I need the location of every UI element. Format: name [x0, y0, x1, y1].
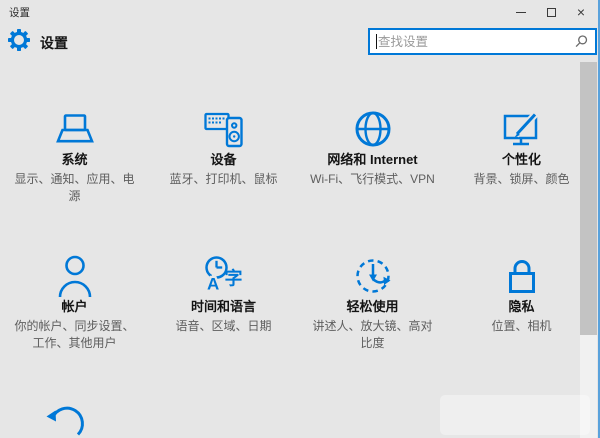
tile-subtitle: 位置、相机	[447, 318, 596, 335]
close-button[interactable]: ×	[566, 0, 596, 24]
tile-subtitle: 背景、锁屏、颜色	[447, 171, 596, 188]
tile-subtitle: 语音、区域、日期	[149, 318, 298, 335]
letter-a-glyph: A	[207, 275, 219, 294]
tile-subtitle: 你的帐户、同步设置、工作、其他用户	[12, 318, 138, 351]
zi-character-glyph: 字	[224, 268, 242, 289]
tile-title: 系统	[0, 152, 149, 168]
tile-title: 个性化	[447, 152, 596, 168]
tile-system[interactable]: 系统 显示、通知、应用、电源	[0, 100, 149, 204]
devices-icon	[149, 106, 298, 152]
laptop-icon	[0, 106, 149, 152]
settings-window: 设置 ×	[0, 0, 600, 438]
tile-title: 轻松使用	[298, 299, 447, 315]
tile-privacy[interactable]: 隐私 位置、相机	[447, 247, 596, 335]
close-icon: ×	[577, 5, 585, 19]
tile-title: 隐私	[447, 299, 596, 315]
globe-icon	[298, 106, 447, 152]
update-arrow-icon	[0, 400, 149, 438]
magnifier-icon[interactable]	[575, 35, 588, 48]
tile-title: 帐户	[0, 299, 149, 315]
settings-gear-icon	[8, 29, 30, 51]
search-box[interactable]	[368, 28, 597, 55]
tile-subtitle: Wi-Fi、飞行模式、VPN	[298, 171, 447, 188]
tile-personalization[interactable]: 个性化 背景、锁屏、颜色	[447, 100, 596, 188]
titlebar-title: 设置	[9, 5, 30, 20]
scrollbar[interactable]	[580, 62, 597, 438]
tile-accounts[interactable]: 帐户 你的帐户、同步设置、工作、其他用户	[0, 247, 149, 351]
tile-title: 设备	[149, 152, 298, 168]
window-controls: ×	[506, 0, 596, 24]
tile-title: 时间和语言	[149, 299, 298, 315]
maximize-icon	[547, 8, 556, 17]
tile-subtitle: 讲述人、放大镜、高对比度	[310, 318, 436, 351]
tile-devices[interactable]: 设备 蓝牙、打印机、鼠标	[149, 100, 298, 188]
watermark-remnant	[440, 395, 590, 435]
tile-network[interactable]: 网络和 Internet Wi-Fi、飞行模式、VPN	[298, 100, 447, 188]
time-language-icon: A 字	[149, 253, 298, 299]
titlebar: 设置 ×	[0, 0, 600, 24]
tile-subtitle: 蓝牙、打印机、鼠标	[149, 171, 298, 188]
minimize-icon	[516, 12, 526, 13]
ease-of-access-icon	[298, 253, 447, 299]
tile-ease-of-access[interactable]: 轻松使用 讲述人、放大镜、高对比度	[298, 247, 447, 351]
tile-update[interactable]	[0, 394, 149, 438]
page-title: 设置	[40, 33, 68, 53]
minimize-button[interactable]	[506, 0, 536, 24]
tile-title: 网络和 Internet	[298, 152, 447, 168]
search-input[interactable]	[377, 35, 575, 49]
lock-icon	[447, 253, 596, 299]
scrollbar-thumb[interactable]	[580, 62, 597, 335]
user-icon	[0, 253, 149, 299]
personalization-icon	[447, 106, 596, 152]
maximize-button[interactable]	[536, 0, 566, 24]
tile-time-language[interactable]: A 字 时间和语言 语音、区域、日期	[149, 247, 298, 335]
tile-subtitle: 显示、通知、应用、电源	[12, 171, 138, 204]
